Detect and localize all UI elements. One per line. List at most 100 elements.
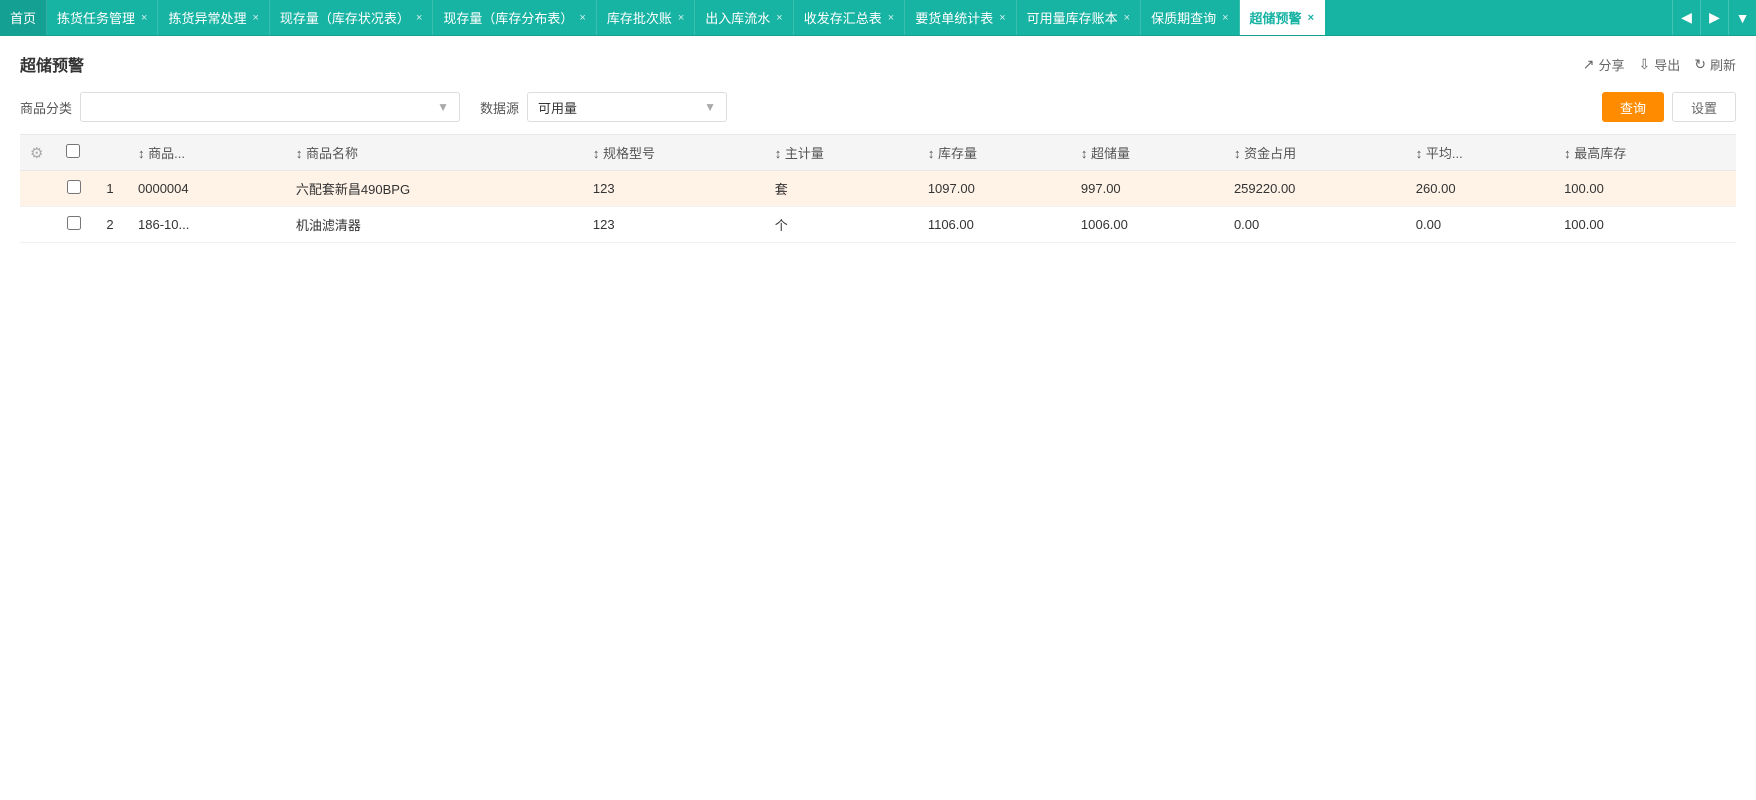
col-unit-label: 主计量	[785, 146, 824, 161]
row-stock-1: 1097.00	[918, 171, 1071, 207]
nav-close-stock-status[interactable]: ×	[416, 12, 422, 24]
datasource-label: 数据源	[480, 98, 519, 117]
nav-item-label-inout: 出入库流水	[705, 8, 770, 27]
col-capital-label: 资金占用	[1244, 146, 1296, 161]
datasource-chevron-icon: ▼	[704, 100, 716, 114]
settings-button[interactable]: 设置	[1672, 92, 1736, 122]
row-maxstock-2: 100.00	[1554, 207, 1736, 243]
nav-item-label-overstock: 超储预警	[1250, 8, 1302, 27]
row-avg-2: 0.00	[1406, 207, 1554, 243]
row-maxstock-1: 100.00	[1554, 171, 1736, 207]
col-code-header[interactable]: ↕ 商品...	[128, 135, 286, 171]
nav-close-quality[interactable]: ×	[1222, 12, 1228, 24]
col-settings: ⚙	[20, 135, 56, 171]
nav-close-stock-dist[interactable]: ×	[579, 12, 585, 24]
category-label: 商品分类	[20, 98, 72, 117]
nav-item-quality[interactable]: 保质期查询 ×	[1141, 0, 1239, 36]
row-checkbox-2[interactable]	[67, 216, 81, 230]
page-title: 超储预警	[20, 52, 84, 76]
datasource-filter: 数据源 可用量 ▼	[480, 92, 727, 122]
col-capital-header[interactable]: ↕ 资金占用	[1224, 135, 1406, 171]
row-stock-2: 1106.00	[918, 207, 1071, 243]
refresh-button[interactable]: ↻ 刷新	[1694, 55, 1736, 74]
row-num-2: 2	[92, 207, 128, 243]
col-num-header	[92, 135, 128, 171]
select-all-checkbox[interactable]	[66, 144, 80, 158]
nav-item-label-quality: 保质期查询	[1151, 8, 1216, 27]
nav-item-summary[interactable]: 收发存汇总表 ×	[794, 0, 905, 36]
col-overstock-header[interactable]: ↕ 超储量	[1071, 135, 1224, 171]
col-name-label: 商品名称	[306, 146, 358, 161]
nav-item-label-available: 可用量库存账本	[1027, 8, 1118, 27]
nav-close-available[interactable]: ×	[1124, 12, 1130, 24]
nav-item-stock-dist[interactable]: 现存量（库存分布表） ×	[433, 0, 596, 36]
col-unit-header[interactable]: ↕ 主计量	[765, 135, 918, 171]
nav-close-task[interactable]: ×	[141, 12, 147, 24]
table-row: 10000004六配套新昌490BPG123套1097.00997.002592…	[20, 171, 1736, 207]
top-navigation: 首页拣货任务管理×拣货异常处理×现存量（库存状况表）×现存量（库存分布表）×库存…	[0, 0, 1756, 36]
col-code-label: 商品...	[148, 146, 185, 161]
query-button[interactable]: 查询	[1602, 92, 1664, 122]
col-name-header[interactable]: ↕ 商品名称	[286, 135, 583, 171]
filter-actions: 查询 设置	[1602, 92, 1736, 122]
nav-item-available[interactable]: 可用量库存账本 ×	[1017, 0, 1141, 36]
nav-item-batch[interactable]: 库存批次账×	[597, 0, 695, 36]
col-stock-header[interactable]: ↕ 库存量	[918, 135, 1071, 171]
row-avg-1: 260.00	[1406, 171, 1554, 207]
share-icon: ↗	[1583, 56, 1595, 73]
table-body: 10000004六配套新昌490BPG123套1097.00997.002592…	[20, 171, 1736, 243]
nav-close-exception[interactable]: ×	[252, 12, 258, 24]
row-settings-cell-2	[20, 207, 56, 243]
col-avg-header[interactable]: ↕ 平均...	[1406, 135, 1554, 171]
table-row: 2186-10...机油滤清器123个1106.001006.000.000.0…	[20, 207, 1736, 243]
row-checkbox-1[interactable]	[67, 180, 81, 194]
row-checkbox-cell-2	[56, 207, 92, 243]
nav-arrows: ◀ ▶ ▼	[1672, 0, 1756, 36]
filter-row: 商品分类 ▼ 数据源 可用量 ▼ 查询 设置	[20, 92, 1736, 122]
col-avg-label: 平均...	[1426, 146, 1463, 161]
row-capital-1: 259220.00	[1224, 171, 1406, 207]
row-capital-2: 0.00	[1224, 207, 1406, 243]
row-code-1: 0000004	[128, 171, 286, 207]
datasource-select[interactable]: 可用量 ▼	[527, 92, 727, 122]
nav-item-home[interactable]: 首页	[0, 0, 47, 36]
nav-close-order-stat[interactable]: ×	[999, 12, 1005, 24]
refresh-icon: ↻	[1694, 56, 1706, 73]
row-unit-2: 个	[765, 207, 918, 243]
nav-item-exception[interactable]: 拣货异常处理 ×	[158, 0, 269, 36]
share-button[interactable]: ↗ 分享	[1583, 55, 1625, 74]
nav-item-order-stat[interactable]: 要货单统计表 ×	[905, 0, 1016, 36]
row-name-1: 六配套新昌490BPG	[286, 171, 583, 207]
nav-item-label-stock-dist: 现存量（库存分布表）	[443, 8, 573, 27]
settings-gear-icon[interactable]: ⚙	[30, 145, 43, 162]
nav-close-overstock[interactable]: ×	[1308, 12, 1314, 24]
row-name-2: 机油滤清器	[286, 207, 583, 243]
nav-item-stock-status[interactable]: 现存量（库存状况表）×	[270, 0, 433, 36]
row-spec-1: 123	[583, 171, 765, 207]
nav-item-label-exception: 拣货异常处理	[168, 8, 246, 27]
row-spec-2: 123	[583, 207, 765, 243]
nav-item-overstock[interactable]: 超储预警 ×	[1240, 0, 1325, 36]
col-maxstock-header[interactable]: ↕ 最高库存	[1554, 135, 1736, 171]
row-num-1: 1	[92, 171, 128, 207]
nav-close-batch[interactable]: ×	[678, 12, 684, 24]
col-spec-header[interactable]: ↕ 规格型号	[583, 135, 765, 171]
nav-menu-button[interactable]: ▼	[1728, 0, 1756, 36]
page-title-row: 超储预警 ↗ 分享 ⇩ 导出 ↻ 刷新	[20, 52, 1736, 76]
category-filter: 商品分类 ▼	[20, 92, 460, 122]
nav-right-button[interactable]: ▶	[1700, 0, 1728, 36]
col-checkbox-header	[56, 135, 92, 171]
nav-item-task[interactable]: 拣货任务管理×	[47, 0, 158, 36]
row-checkbox-cell-1	[56, 171, 92, 207]
export-icon: ⇩	[1639, 56, 1651, 73]
export-button[interactable]: ⇩ 导出	[1639, 55, 1681, 74]
nav-left-button[interactable]: ◀	[1672, 0, 1700, 36]
row-settings-cell-1	[20, 171, 56, 207]
nav-close-inout[interactable]: ×	[776, 12, 782, 24]
nav-item-label-summary: 收发存汇总表	[804, 8, 882, 27]
category-select[interactable]: ▼	[80, 92, 460, 122]
row-code-2: 186-10...	[128, 207, 286, 243]
nav-item-label-order-stat: 要货单统计表	[915, 8, 993, 27]
nav-close-summary[interactable]: ×	[888, 12, 894, 24]
nav-item-inout[interactable]: 出入库流水 ×	[695, 0, 793, 36]
